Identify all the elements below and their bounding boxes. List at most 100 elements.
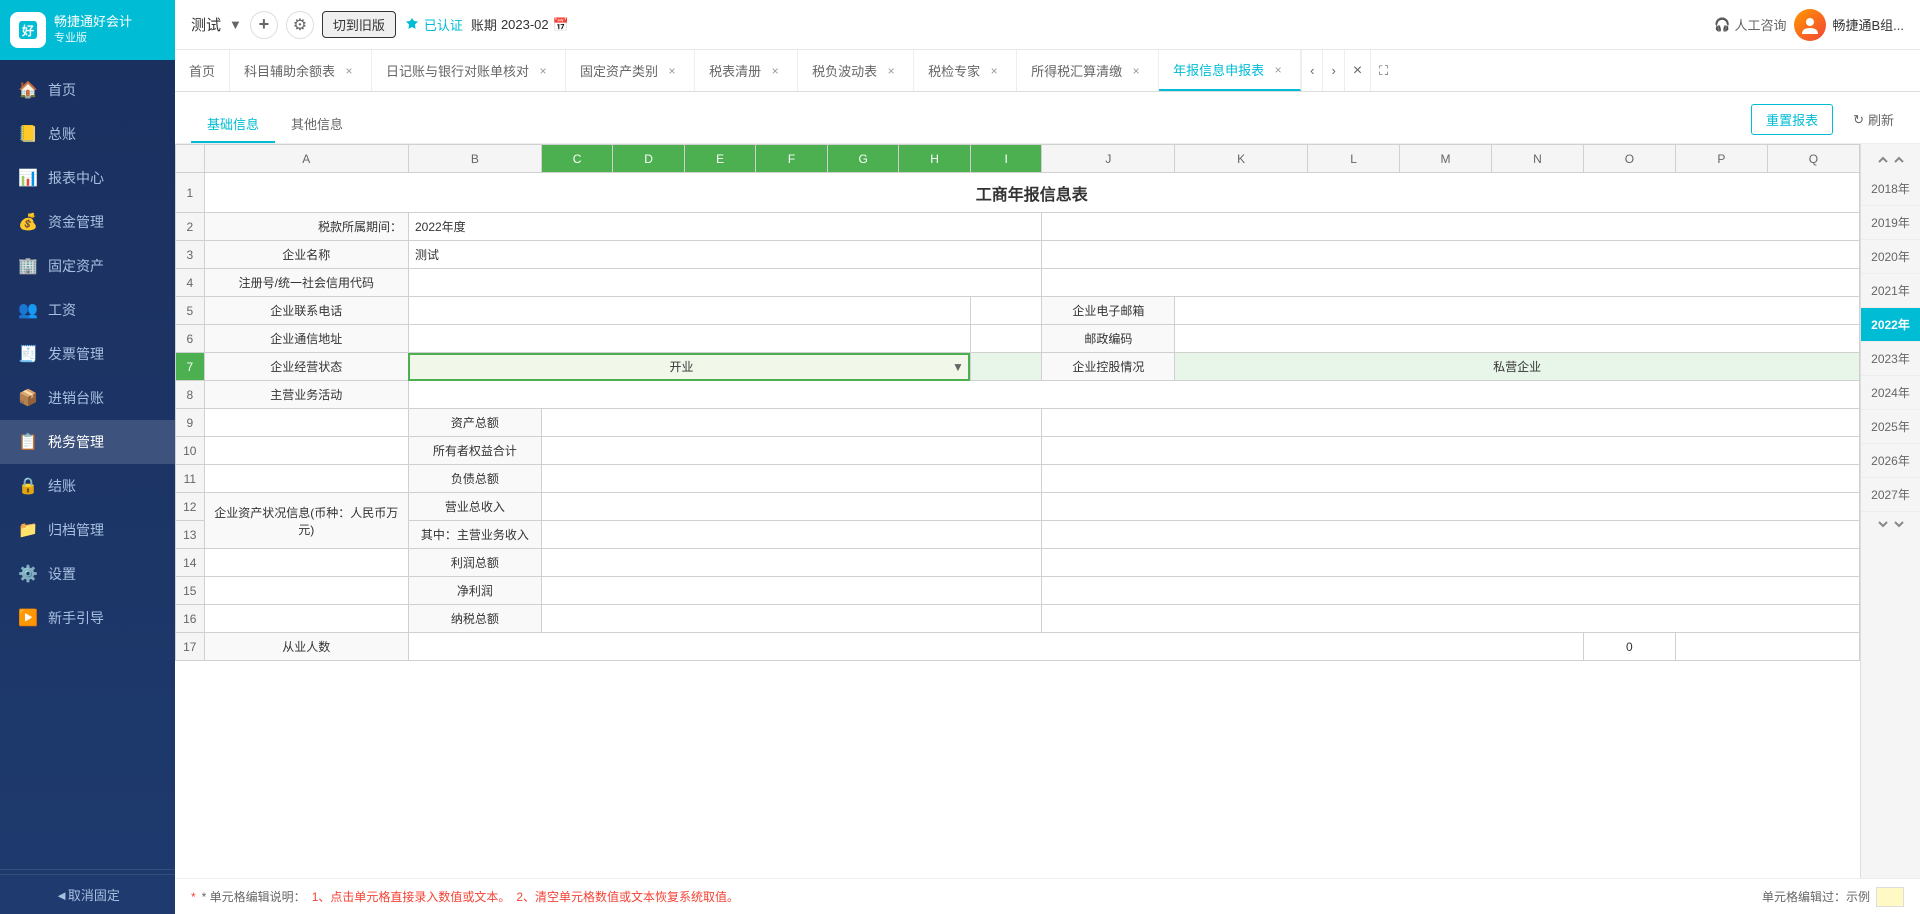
year-2023[interactable]: 2023年: [1861, 342, 1920, 376]
cell-title[interactable]: 工商年报信息表: [204, 173, 1859, 213]
year-2022[interactable]: 2022年: [1861, 308, 1920, 342]
cell-11-A[interactable]: [204, 465, 408, 493]
cell-7-I[interactable]: [970, 353, 1042, 381]
sidebar-item-settings[interactable]: ⚙️ 设置: [0, 552, 175, 596]
sidebar-item-ledger[interactable]: 📒 总账: [0, 112, 175, 156]
cell-16-C[interactable]: [541, 605, 1042, 633]
col-header-B[interactable]: B: [408, 145, 541, 173]
col-header-K[interactable]: K: [1175, 145, 1308, 173]
cell-2-A[interactable]: 税款所属期间：: [204, 213, 408, 241]
year-2020[interactable]: 2020年: [1861, 240, 1920, 274]
cell-13-C[interactable]: [541, 521, 1042, 549]
tab-income-tax-close[interactable]: ×: [1128, 63, 1144, 79]
sidebar-item-home[interactable]: 🏠 首页: [0, 68, 175, 112]
cell-5-K[interactable]: [1175, 297, 1860, 325]
cell-8-B[interactable]: [408, 381, 1859, 409]
col-header-A[interactable]: A: [204, 145, 408, 173]
cell-15-A[interactable]: [204, 577, 408, 605]
cell-12-J[interactable]: [1042, 493, 1860, 521]
year-nav-down[interactable]: [1861, 512, 1920, 536]
cell-7-B[interactable]: 开业 ▼: [408, 353, 970, 381]
tab-close-all-btn[interactable]: ×: [1344, 50, 1370, 91]
year-2021[interactable]: 2021年: [1861, 274, 1920, 308]
year-2018[interactable]: 2018年: [1861, 172, 1920, 206]
year-2019[interactable]: 2019年: [1861, 206, 1920, 240]
tab-prev-btn[interactable]: ‹: [1301, 50, 1322, 91]
sidebar-item-stock[interactable]: 📦 进销台账: [0, 376, 175, 420]
year-2027[interactable]: 2027年: [1861, 478, 1920, 512]
sub-tab-basic[interactable]: 基础信息: [191, 106, 275, 143]
topbar-settings-btn[interactable]: ⚙: [286, 11, 314, 39]
cell-2-J[interactable]: [1042, 213, 1860, 241]
sub-tab-other[interactable]: 其他信息: [275, 106, 359, 143]
year-2026[interactable]: 2026年: [1861, 444, 1920, 478]
topbar-dropdown-btn[interactable]: ▼: [229, 17, 242, 32]
tab-annual-report-close[interactable]: ×: [1270, 62, 1286, 78]
cell-14-A[interactable]: [204, 549, 408, 577]
col-header-F[interactable]: F: [756, 145, 828, 173]
col-header-N[interactable]: N: [1491, 145, 1583, 173]
tab-annual-report[interactable]: 年报信息申报表 ×: [1159, 50, 1301, 91]
col-header-D[interactable]: D: [613, 145, 685, 173]
col-header-G[interactable]: G: [827, 145, 899, 173]
tab-expand-btn[interactable]: ⛶: [1370, 50, 1396, 91]
cell-9-C[interactable]: [541, 409, 1042, 437]
tab-tax-fluctuation[interactable]: 税负波动表 ×: [798, 50, 914, 91]
col-header-Q[interactable]: Q: [1767, 145, 1859, 173]
cell-17-B[interactable]: [408, 633, 1583, 661]
col-header-C[interactable]: C: [541, 145, 613, 173]
reset-report-btn[interactable]: 重置报表: [1751, 104, 1833, 135]
topbar-add-btn[interactable]: +: [250, 11, 278, 39]
sidebar-item-tax[interactable]: 📋 税务管理: [0, 420, 175, 464]
cell-6-I[interactable]: [970, 325, 1042, 353]
col-header-M[interactable]: M: [1400, 145, 1492, 173]
cell-17-O[interactable]: 0: [1583, 633, 1675, 661]
refresh-btn[interactable]: ↻ 刷新: [1843, 105, 1904, 134]
sidebar-item-salary[interactable]: 👥 工资: [0, 288, 175, 332]
cell-5-I[interactable]: [970, 297, 1042, 325]
tab-fixed-asset-type-close[interactable]: ×: [664, 63, 680, 79]
cell-16-J[interactable]: [1042, 605, 1860, 633]
cell-10-A[interactable]: [204, 437, 408, 465]
year-2024[interactable]: 2024年: [1861, 376, 1920, 410]
year-nav-up[interactable]: [1861, 148, 1920, 172]
tab-next-btn[interactable]: ›: [1322, 50, 1343, 91]
tab-income-tax[interactable]: 所得税汇算清缴 ×: [1017, 50, 1159, 91]
cell-9-J[interactable]: [1042, 409, 1860, 437]
cell-2-B[interactable]: 2022年度: [408, 213, 1041, 241]
tab-tax-fluctuation-close[interactable]: ×: [883, 63, 899, 79]
cell-17-P[interactable]: [1675, 633, 1859, 661]
col-header-O[interactable]: O: [1583, 145, 1675, 173]
cell-11-J[interactable]: [1042, 465, 1860, 493]
cell-10-C[interactable]: [541, 437, 1042, 465]
cell-10-J[interactable]: [1042, 437, 1860, 465]
tab-fixed-asset-type[interactable]: 固定资产类别 ×: [566, 50, 695, 91]
cell-4-J[interactable]: [1042, 269, 1860, 297]
sidebar-item-archive[interactable]: 📁 归档管理: [0, 508, 175, 552]
col-header-L[interactable]: L: [1308, 145, 1400, 173]
cell-9-A[interactable]: [204, 409, 408, 437]
topbar-user[interactable]: 畅捷通B组...: [1794, 9, 1904, 41]
sidebar-item-invoice[interactable]: 🧾 发票管理: [0, 332, 175, 376]
tab-journal-close[interactable]: ×: [535, 63, 551, 79]
sidebar-item-asset[interactable]: 🏢 固定资产: [0, 244, 175, 288]
tab-tax-table-close[interactable]: ×: [767, 63, 783, 79]
cell-14-C[interactable]: [541, 549, 1042, 577]
tab-tax-inspection-close[interactable]: ×: [986, 63, 1002, 79]
col-header-J[interactable]: J: [1042, 145, 1175, 173]
tab-tax-inspection[interactable]: 税检专家 ×: [914, 50, 1017, 91]
spreadsheet-main[interactable]: A B C D E F G H I J K L M: [175, 144, 1860, 878]
year-2025[interactable]: 2025年: [1861, 410, 1920, 444]
topbar-service[interactable]: 🎧 人工咨询: [1714, 15, 1786, 34]
cell-13-J[interactable]: [1042, 521, 1860, 549]
cell-5-B[interactable]: [408, 297, 970, 325]
col-header-I[interactable]: I: [970, 145, 1042, 173]
sidebar-item-closing[interactable]: 🔒 结账: [0, 464, 175, 508]
col-header-H[interactable]: H: [899, 145, 971, 173]
cell-15-C[interactable]: [541, 577, 1042, 605]
col-header-E[interactable]: E: [684, 145, 756, 173]
cell-14-J[interactable]: [1042, 549, 1860, 577]
topbar-switch-btn[interactable]: 切到旧版: [322, 11, 396, 38]
cell-6-K[interactable]: [1175, 325, 1860, 353]
col-header-P[interactable]: P: [1675, 145, 1767, 173]
